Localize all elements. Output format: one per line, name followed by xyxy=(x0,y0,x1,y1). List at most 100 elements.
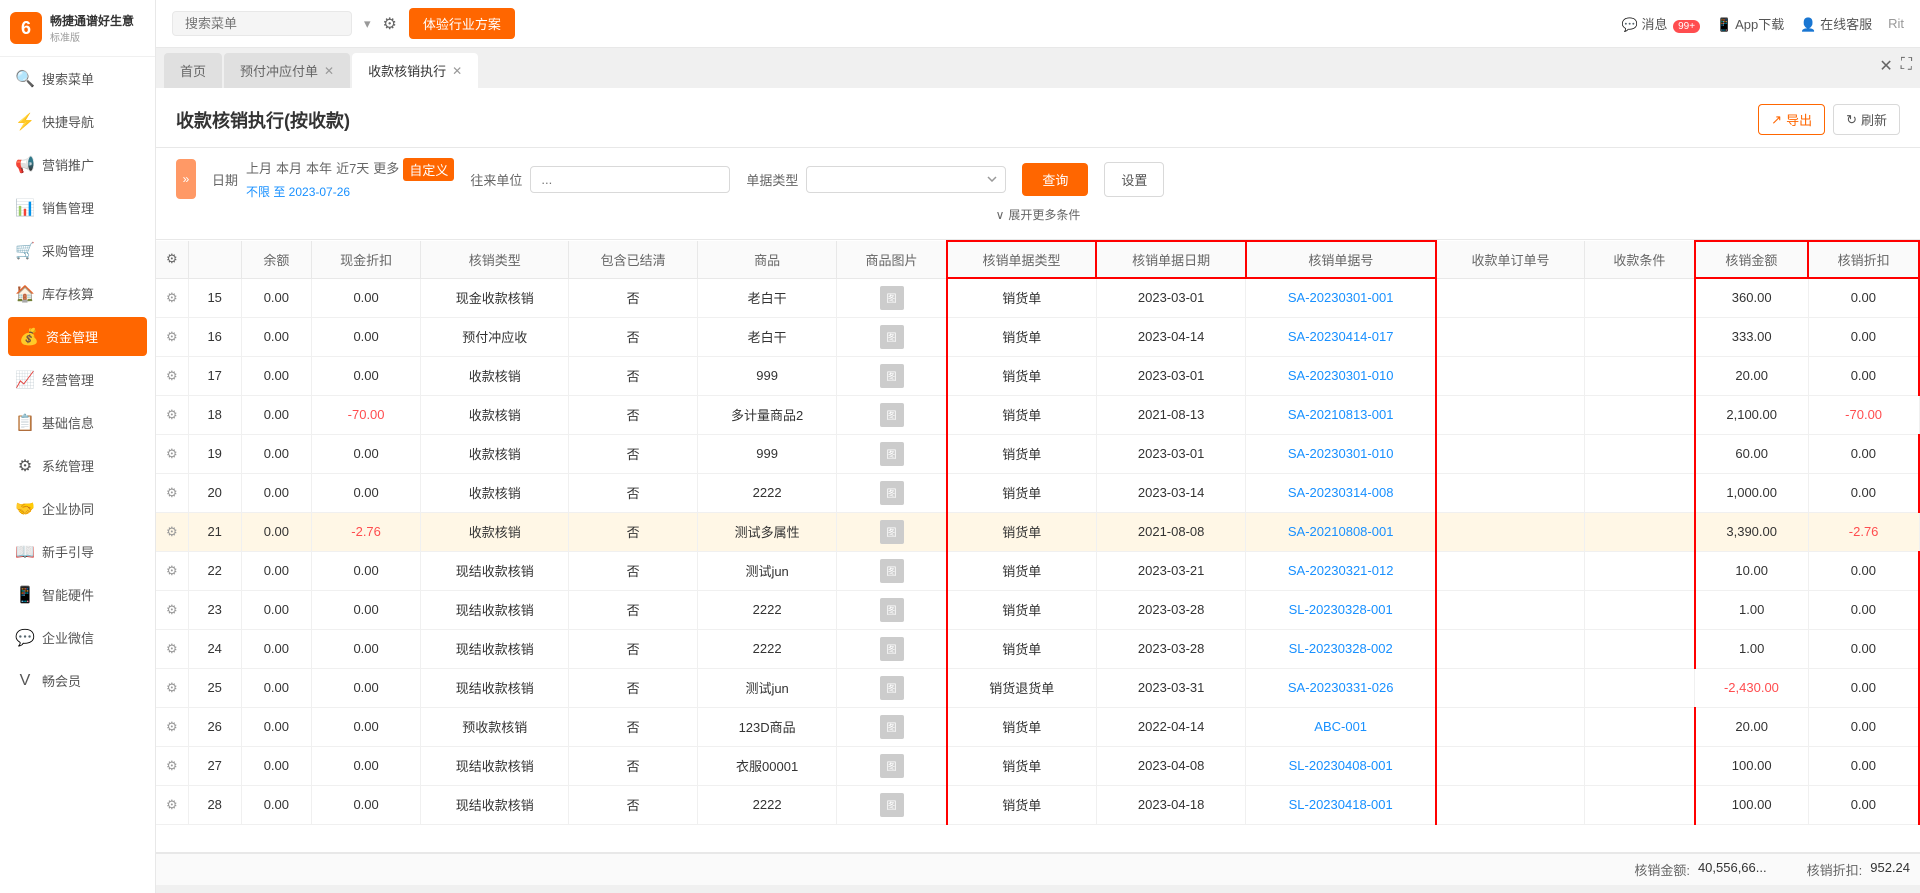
td-included-settled: 否 xyxy=(569,629,698,668)
td-verify-type: 现金收款核销 xyxy=(421,278,569,317)
bill-type-select[interactable] xyxy=(806,166,1006,193)
online-service-link[interactable]: 👤 在线客服 xyxy=(1800,14,1872,33)
bill-no-link[interactable]: SA-20230414-017 xyxy=(1288,329,1394,344)
sidebar-item-销售管理[interactable]: 📊销售管理 xyxy=(0,186,155,229)
date-last-month[interactable]: 上月 xyxy=(246,158,272,181)
td-receipt-order-no xyxy=(1436,590,1585,629)
sidebar-icon: 💰 xyxy=(20,328,38,346)
settings-button[interactable]: 设置 xyxy=(1104,162,1164,197)
sidebar-item-快捷导航[interactable]: ⚡快捷导航 xyxy=(0,100,155,143)
td-verify-amount: 333.00 xyxy=(1695,317,1809,356)
query-button[interactable]: 查询 xyxy=(1022,163,1088,196)
refresh-icon: ↻ xyxy=(1846,112,1857,128)
sidebar-item-企业协同[interactable]: 🤝企业协同 xyxy=(0,487,155,530)
sidebar-item-系统管理[interactable]: ⚙系统管理 xyxy=(0,444,155,487)
td-balance: 0.00 xyxy=(241,785,311,824)
td-receipt-order-no xyxy=(1436,551,1585,590)
td-verify-bill-date: 2021-08-13 xyxy=(1096,395,1246,434)
refresh-button[interactable]: ↻ 刷新 xyxy=(1833,104,1900,135)
td-verify-amount: 1.00 xyxy=(1695,629,1809,668)
bill-no-link[interactable]: SA-20230301-010 xyxy=(1288,368,1394,383)
td-verify-discount: 0.00 xyxy=(1808,629,1919,668)
footer-verify-amount: 核销金额: 40,556,66... xyxy=(1634,860,1766,879)
td-verify-bill-type: 销货单 xyxy=(947,551,1097,590)
sidebar-item-基础信息[interactable]: 📋基础信息 xyxy=(0,401,155,444)
tab-0[interactable]: 首页 xyxy=(164,53,222,88)
td-product-img: 图 xyxy=(837,668,947,707)
expand-more-conditions[interactable]: ∨ 展开更多条件 xyxy=(176,200,1900,229)
td-verify-type: 现结收款核销 xyxy=(421,785,569,824)
td-cash-discount: 0.00 xyxy=(312,707,421,746)
sidebar-item-库存核算[interactable]: 🏠库存核算 xyxy=(0,272,155,315)
sidebar-item-畅会员[interactable]: V畅会员 xyxy=(0,659,155,702)
export-button[interactable]: ↗ 导出 xyxy=(1758,104,1825,135)
td-settings: ⚙ xyxy=(156,590,188,629)
app-download-link[interactable]: 📱 App下载 xyxy=(1716,14,1784,33)
td-row-no: 16 xyxy=(188,317,241,356)
industry-btn[interactable]: 体验行业方案 xyxy=(409,8,515,39)
td-verify-discount: 0.00 xyxy=(1808,317,1919,356)
bill-no-link[interactable]: SL-20230328-002 xyxy=(1289,641,1393,656)
td-included-settled: 否 xyxy=(569,668,698,707)
bill-no-link[interactable]: SA-20210808-001 xyxy=(1288,524,1394,539)
bill-no-link[interactable]: SA-20230314-008 xyxy=(1288,485,1394,500)
td-payment-condition xyxy=(1585,629,1695,668)
bill-no-link[interactable]: SL-20230328-001 xyxy=(1289,602,1393,617)
td-cash-discount: -2.76 xyxy=(312,512,421,551)
sidebar-label: 畅会员 xyxy=(42,671,81,690)
footer-verify-amount-value: 40,556,66... xyxy=(1698,860,1767,879)
td-verify-bill-no: SL-20230408-001 xyxy=(1246,746,1436,785)
td-verify-amount: 10.00 xyxy=(1695,551,1809,590)
td-settings: ⚙ xyxy=(156,512,188,551)
search-input[interactable] xyxy=(172,11,352,36)
date-7days[interactable]: 近7天 xyxy=(336,158,369,181)
topbar-gear-icon[interactable]: ⚙ xyxy=(383,14,397,34)
sidebar-item-营销推广[interactable]: 📢营销推广 xyxy=(0,143,155,186)
sidebar-item-新手引导[interactable]: 📖新手引导 xyxy=(0,530,155,573)
footer-verify-discount-label: 核销折扣: xyxy=(1807,860,1863,879)
sidebar-item-企业微信[interactable]: 💬企业微信 xyxy=(0,616,155,659)
td-verify-bill-no: SL-20230328-001 xyxy=(1246,590,1436,629)
td-verify-bill-date: 2021-08-08 xyxy=(1096,512,1246,551)
td-verify-bill-type: 销货单 xyxy=(947,512,1097,551)
bill-no-link[interactable]: SA-20230331-026 xyxy=(1288,680,1394,695)
sidebar-item-智能硬件[interactable]: 📱智能硬件 xyxy=(0,573,155,616)
td-verify-bill-no: SA-20230301-001 xyxy=(1246,278,1436,317)
td-verify-type: 预付冲应收 xyxy=(421,317,569,356)
bill-no-link[interactable]: SA-20230301-001 xyxy=(1288,290,1394,305)
topbar-arrow[interactable]: ▾ xyxy=(364,16,371,32)
date-more[interactable]: 更多 xyxy=(373,158,399,181)
bill-no-link[interactable]: SL-20230408-001 xyxy=(1289,758,1393,773)
tab-1[interactable]: 预付冲应付单✕ xyxy=(224,53,350,88)
tab-close-icon[interactable]: ✕ xyxy=(452,64,462,78)
bill-no-link[interactable]: SA-20230301-010 xyxy=(1288,446,1394,461)
horizontal-scrollbar[interactable] xyxy=(156,885,1920,893)
message-link[interactable]: 💬 消息 99+ xyxy=(1622,14,1700,33)
sidebar-item-搜索菜单[interactable]: 🔍搜索菜单 xyxy=(0,57,155,100)
sidebar-item-经营管理[interactable]: 📈经营管理 xyxy=(0,358,155,401)
table-row: ⚙ 18 0.00 -70.00 收款核销 否 多计量商品2 图 销货单 202… xyxy=(156,395,1919,434)
td-balance: 0.00 xyxy=(241,434,311,473)
date-this-year[interactable]: 本年 xyxy=(306,158,332,181)
td-row-no: 24 xyxy=(188,629,241,668)
tab-2[interactable]: 收款核销执行✕ xyxy=(352,53,478,88)
close-tab-icon[interactable]: ✕ xyxy=(1879,56,1892,76)
sidebar-item-资金管理[interactable]: 💰资金管理 xyxy=(8,317,147,356)
td-verify-bill-date: 2023-03-28 xyxy=(1096,590,1246,629)
counterpart-input[interactable] xyxy=(530,166,730,193)
tab-close-icon[interactable]: ✕ xyxy=(324,64,334,78)
filter-expand-button[interactable]: » xyxy=(176,159,196,199)
td-verify-type: 现结收款核销 xyxy=(421,746,569,785)
date-this-month[interactable]: 本月 xyxy=(276,158,302,181)
td-verify-bill-date: 2022-04-14 xyxy=(1096,707,1246,746)
td-balance: 0.00 xyxy=(241,512,311,551)
bill-no-link[interactable]: SA-20230321-012 xyxy=(1288,563,1394,578)
th-verify-bill-no: 核销单据号 xyxy=(1246,241,1436,278)
td-product: 测试jun xyxy=(697,668,836,707)
bill-no-link[interactable]: SA-20210813-001 xyxy=(1288,407,1394,422)
bill-no-link[interactable]: ABC-001 xyxy=(1314,719,1367,734)
bill-no-link[interactable]: SL-20230418-001 xyxy=(1289,797,1393,812)
date-custom[interactable]: 自定义 xyxy=(403,158,454,181)
expand-tab-icon[interactable]: ⛶ xyxy=(1901,56,1912,76)
sidebar-item-采购管理[interactable]: 🛒采购管理 xyxy=(0,229,155,272)
